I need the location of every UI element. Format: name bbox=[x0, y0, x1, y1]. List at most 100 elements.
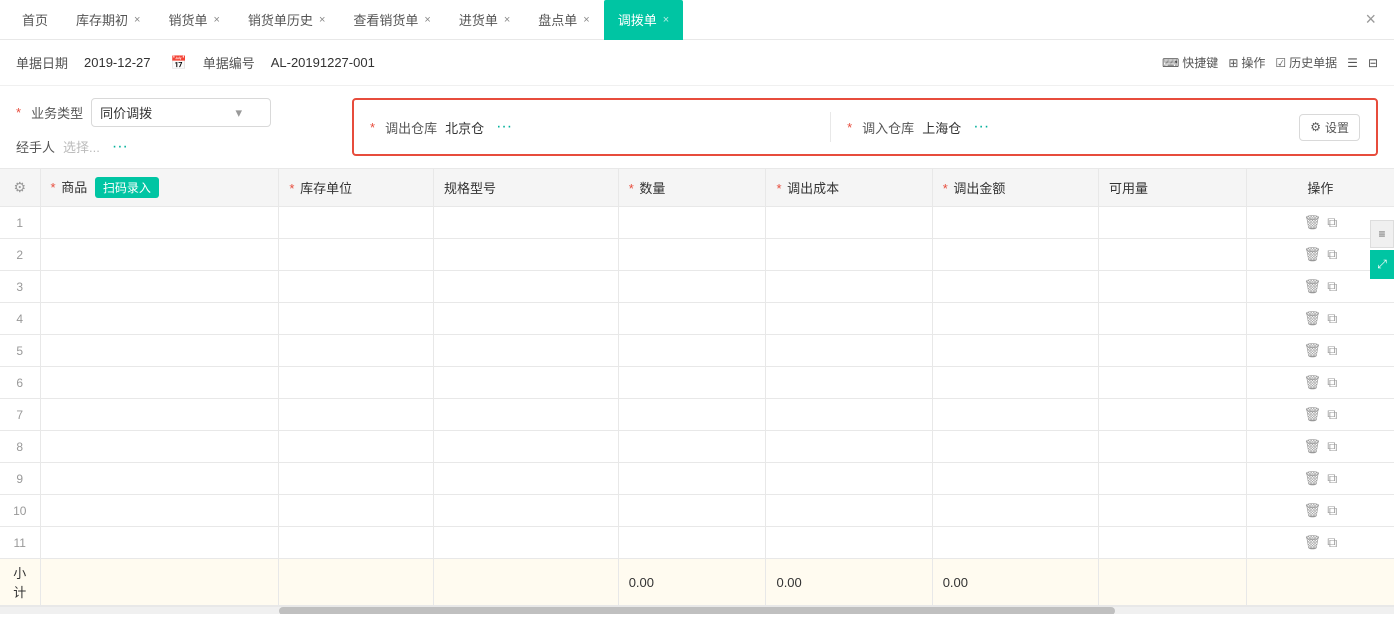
qty-cell[interactable] bbox=[618, 399, 766, 431]
amount-cell[interactable] bbox=[932, 271, 1098, 303]
spec-cell[interactable] bbox=[434, 303, 619, 335]
amount-cell[interactable] bbox=[932, 431, 1098, 463]
product-cell[interactable] bbox=[40, 463, 279, 495]
qty-cell[interactable] bbox=[618, 527, 766, 559]
shortcut-btn[interactable]: ⌨ 快捷键 bbox=[1162, 54, 1218, 71]
copy-icon[interactable]: ⧉ bbox=[1327, 342, 1337, 359]
copy-icon[interactable]: ⧉ bbox=[1327, 246, 1337, 263]
tab-inventory-init-close[interactable]: × bbox=[134, 14, 140, 26]
delete-icon[interactable]: 🗑 bbox=[1303, 374, 1321, 391]
settings-button[interactable]: ⚙ 设置 bbox=[1299, 114, 1360, 141]
amount-cell[interactable] bbox=[932, 303, 1098, 335]
scan-entry-button[interactable]: 扫码录入 bbox=[95, 177, 159, 198]
cost-cell[interactable] bbox=[766, 367, 932, 399]
table-settings-icon[interactable]: ⚙ bbox=[13, 179, 26, 195]
cost-cell[interactable] bbox=[766, 207, 932, 239]
delete-icon[interactable]: 🗑 bbox=[1303, 438, 1321, 455]
person-select[interactable]: 选择... bbox=[63, 137, 100, 156]
spec-cell[interactable] bbox=[434, 463, 619, 495]
calendar-icon[interactable]: 📅 bbox=[171, 55, 187, 71]
tab-inventory-check[interactable]: 盘点单 × bbox=[524, 0, 603, 40]
cost-cell[interactable] bbox=[766, 495, 932, 527]
qty-cell[interactable] bbox=[618, 495, 766, 527]
tab-view-sales[interactable]: 查看销货单 × bbox=[339, 0, 444, 40]
spec-cell[interactable] bbox=[434, 335, 619, 367]
cost-cell[interactable] bbox=[766, 431, 932, 463]
amount-cell[interactable] bbox=[932, 495, 1098, 527]
delete-icon[interactable]: 🗑 bbox=[1303, 278, 1321, 295]
spec-cell[interactable] bbox=[434, 271, 619, 303]
product-cell[interactable] bbox=[40, 431, 279, 463]
delete-icon[interactable]: 🗑 bbox=[1303, 214, 1321, 231]
tab-inventory-check-close[interactable]: × bbox=[583, 14, 589, 26]
spec-cell[interactable] bbox=[434, 367, 619, 399]
product-cell[interactable] bbox=[40, 399, 279, 431]
scrollbar-thumb[interactable] bbox=[279, 607, 1115, 614]
cost-cell[interactable] bbox=[766, 271, 932, 303]
delete-icon[interactable]: 🗑 bbox=[1303, 534, 1321, 551]
spec-cell[interactable] bbox=[434, 239, 619, 271]
tab-inventory-init[interactable]: 库存期初 × bbox=[62, 0, 154, 40]
delete-icon[interactable]: 🗑 bbox=[1303, 246, 1321, 263]
spec-cell[interactable] bbox=[434, 207, 619, 239]
business-type-select[interactable]: 同价调拨 ▾ bbox=[91, 98, 271, 127]
qty-cell[interactable] bbox=[618, 463, 766, 495]
horizontal-scrollbar[interactable] bbox=[0, 606, 1394, 614]
amount-cell[interactable] bbox=[932, 463, 1098, 495]
spec-cell[interactable] bbox=[434, 495, 619, 527]
spec-cell[interactable] bbox=[434, 399, 619, 431]
copy-icon[interactable]: ⧉ bbox=[1327, 406, 1337, 423]
delete-icon[interactable]: 🗑 bbox=[1303, 342, 1321, 359]
tab-sales-history[interactable]: 销货单历史 × bbox=[234, 0, 339, 40]
person-more-btn[interactable]: ··· bbox=[112, 138, 128, 156]
product-cell[interactable] bbox=[40, 527, 279, 559]
tab-sales-history-close[interactable]: × bbox=[319, 14, 325, 26]
operations-btn[interactable]: ⊞ 操作 bbox=[1228, 54, 1265, 71]
tab-purchase-order-close[interactable]: × bbox=[504, 14, 510, 26]
qty-cell[interactable] bbox=[618, 431, 766, 463]
product-cell[interactable] bbox=[40, 367, 279, 399]
cost-cell[interactable] bbox=[766, 527, 932, 559]
qty-cell[interactable] bbox=[618, 239, 766, 271]
amount-cell[interactable] bbox=[932, 367, 1098, 399]
qty-cell[interactable] bbox=[618, 303, 766, 335]
unit-cell[interactable] bbox=[279, 463, 434, 495]
copy-icon[interactable]: ⧉ bbox=[1327, 470, 1337, 487]
delete-icon[interactable]: 🗑 bbox=[1303, 406, 1321, 423]
product-cell[interactable] bbox=[40, 335, 279, 367]
unit-cell[interactable] bbox=[279, 335, 434, 367]
side-expand-btn[interactable]: ⤢ bbox=[1370, 250, 1394, 279]
product-cell[interactable] bbox=[40, 239, 279, 271]
tab-transfer-order-close[interactable]: × bbox=[663, 14, 669, 26]
spec-cell[interactable] bbox=[434, 527, 619, 559]
tab-purchase-order[interactable]: 进货单 × bbox=[445, 0, 524, 40]
cost-cell[interactable] bbox=[766, 239, 932, 271]
tab-sales-order-close[interactable]: × bbox=[213, 14, 219, 26]
layout-list-btn[interactable]: ☰ bbox=[1347, 56, 1358, 70]
unit-cell[interactable] bbox=[279, 495, 434, 527]
qty-cell[interactable] bbox=[618, 207, 766, 239]
target-warehouse-more-btn[interactable]: ··· bbox=[973, 118, 989, 136]
cost-cell[interactable] bbox=[766, 335, 932, 367]
copy-icon[interactable]: ⧉ bbox=[1327, 278, 1337, 295]
copy-icon[interactable]: ⧉ bbox=[1327, 374, 1337, 391]
product-cell[interactable] bbox=[40, 303, 279, 335]
delete-icon[interactable]: 🗑 bbox=[1303, 310, 1321, 327]
copy-icon[interactable]: ⧉ bbox=[1327, 534, 1337, 551]
copy-icon[interactable]: ⧉ bbox=[1327, 310, 1337, 327]
qty-cell[interactable] bbox=[618, 335, 766, 367]
tab-view-sales-close[interactable]: × bbox=[424, 14, 430, 26]
qty-cell[interactable] bbox=[618, 271, 766, 303]
unit-cell[interactable] bbox=[279, 239, 434, 271]
layout-grid-btn[interactable]: ⊟ bbox=[1368, 56, 1378, 70]
qty-cell[interactable] bbox=[618, 367, 766, 399]
source-warehouse-more-btn[interactable]: ··· bbox=[496, 118, 512, 136]
unit-cell[interactable] bbox=[279, 303, 434, 335]
tab-sales-order[interactable]: 销货单 × bbox=[154, 0, 233, 40]
unit-cell[interactable] bbox=[279, 431, 434, 463]
copy-icon[interactable]: ⧉ bbox=[1327, 438, 1337, 455]
amount-cell[interactable] bbox=[932, 207, 1098, 239]
amount-cell[interactable] bbox=[932, 335, 1098, 367]
amount-cell[interactable] bbox=[932, 399, 1098, 431]
copy-icon[interactable]: ⧉ bbox=[1327, 502, 1337, 519]
